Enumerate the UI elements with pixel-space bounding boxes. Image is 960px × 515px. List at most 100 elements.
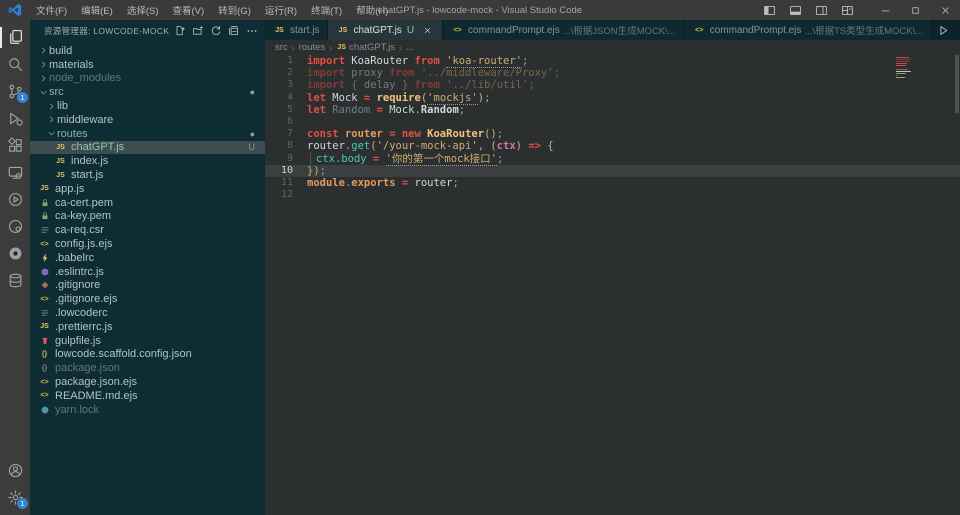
folder-nodemodules[interactable]: node_modules [30,72,265,86]
json-dim-file-icon: {} [41,364,48,372]
customize-layout-icon[interactable] [834,0,860,20]
minimap[interactable] [896,57,912,81]
file-.babelrc[interactable]: .babelrc [30,251,265,265]
toggle-secondary-sidebar-icon[interactable] [808,0,834,20]
code-line-11[interactable]: 11 module.exports = router; [265,177,960,189]
code-line-5[interactable]: 5 let Random = Mock.Random; [265,104,960,116]
tab-chatGPT.js-1[interactable]: JS chatGPT.js U [328,20,444,40]
close-icon[interactable] [420,23,434,37]
file-ca-req.csr[interactable]: ca-req.csr [30,223,265,237]
menu-item-7[interactable]: 帮助(H) [349,0,395,20]
file-yarn.lock[interactable]: yarn.lock [30,403,265,417]
menu-item-1[interactable]: 编辑(E) [74,0,120,20]
file-.eslintrc.js[interactable]: .eslintrc.js [30,265,265,279]
vscode-logo-icon [8,3,22,17]
menu-item-3[interactable]: 查看(V) [165,0,211,20]
file-package.json.ejs[interactable]: <> package.json.ejs [30,375,265,389]
code-text: const router = new KoaRouter(); [307,128,504,141]
file-app.js[interactable]: JS app.js [30,182,265,196]
run-icon[interactable] [932,20,954,40]
ejs-file-icon: <> [695,26,704,34]
code-line-6[interactable]: 6 [265,116,960,128]
collapse-all-icon[interactable] [225,22,243,40]
code-line-12[interactable]: 12 [265,189,960,201]
file-ca-key.pem[interactable]: ca-key.pem [30,210,265,224]
tab-label: commandPrompt.ejs [468,24,560,36]
maximize-button[interactable] [900,0,930,20]
breadcrumb-item-src[interactable]: src [275,42,288,53]
minimize-button[interactable] [870,0,900,20]
file-lowcode.scaffold.config.json[interactable]: {} lowcode.scaffold.config.json [30,348,265,362]
search-icon[interactable] [0,51,30,78]
code-line-8[interactable]: 8 router.get('/your-mock-api', (ctx) => { [265,140,960,152]
file-start.js[interactable]: JS start.js [30,168,265,182]
breadcrumb-item-routes[interactable]: routes [299,42,325,53]
extension-database-icon[interactable] [0,267,30,294]
code-line-4[interactable]: 4 let Mock = require('mockjs'); [265,91,960,105]
code-line-9[interactable]: 9 ctx.body = '你的第一个mock接口'; [265,152,960,166]
file-index.js[interactable]: JS index.js [30,154,265,168]
open-changes-icon[interactable] [954,20,960,40]
code-line-10[interactable]: 10}); [265,164,960,177]
settings-icon[interactable]: 1 [0,484,30,511]
babel-file-icon [38,253,51,263]
extensions-icon[interactable] [0,132,30,159]
account-icon[interactable] [0,457,30,484]
file-chatGPT.js[interactable]: JS chatGPT.js U [30,140,265,155]
menu-item-2[interactable]: 选择(S) [120,0,166,20]
extension-circle-gear-icon[interactable] [0,213,30,240]
folder-src[interactable]: src ● [30,85,265,99]
breadcrumb-item-...[interactable]: ... [406,42,414,53]
file-ca-cert.pem[interactable]: ca-cert.pem [30,196,265,210]
menu-item-6[interactable]: 终端(T) [304,0,349,20]
remote-explorer-icon[interactable] [0,159,30,186]
toggle-panel-icon[interactable] [782,0,808,20]
ejs-file-icon: <> [453,26,462,34]
tab-start.js-0[interactable]: JS start.js [265,20,329,40]
extension-target-icon[interactable] [0,240,30,267]
new-folder-icon[interactable] [189,22,207,40]
code-line-3[interactable]: 3 import { delay } from '../lib/util'; [265,79,960,91]
line-number: 2 [286,67,293,79]
breadcrumb-item-chatGPT.js[interactable]: JS chatGPT.js [336,42,395,53]
folder-lib[interactable]: lib [30,99,265,113]
tab-commandPrompt.ejs-3[interactable]: <> commandPrompt.ejs ...\根据TS类型生成MOCK\... [684,20,933,40]
tab-commandPrompt.ejs-2[interactable]: <> commandPrompt.ejs ...\根据JSON生成MOCK\... [443,20,685,40]
breadcrumb-label: ... [406,42,414,53]
code-text: module.exports = router; [307,176,459,189]
run-debug-icon[interactable] [0,105,30,132]
menu-item-0[interactable]: 文件(F) [29,0,74,20]
folder-middleware[interactable]: middleware [30,113,265,127]
line-number: 11 [280,176,293,188]
tree-item-label: yarn.lock [55,403,100,416]
folder-materials[interactable]: materials [30,58,265,72]
new-file-icon[interactable] [171,22,189,40]
file-tree: build materials node_modules src ● lib middlew… [30,42,265,515]
file-.prettierrc.js[interactable]: JS .prettierrc.js [30,320,265,334]
editor-scrollbar[interactable] [955,55,959,113]
code-editor[interactable]: 1 import KoaRouter from 'koa-router'; 2 imp… [265,55,960,515]
close-button[interactable] [930,0,960,20]
explorer-icon[interactable] [0,24,30,51]
source-control-icon[interactable]: 1 [0,78,30,105]
file-README.md.ejs[interactable]: <> README.md.ejs [30,389,265,403]
file-.gitignore[interactable]: .gitignore [30,279,265,293]
extension-circle-play-icon[interactable] [0,186,30,213]
code-line-1[interactable]: 1 import KoaRouter from 'koa-router'; [265,55,960,68]
file-.lowcoderc[interactable]: .lowcoderc [30,306,265,320]
ejs-file-icon: <> [40,240,49,248]
file-.gitignore.ejs[interactable]: <> .gitignore.ejs [30,292,265,306]
menu-item-4[interactable]: 转到(G) [211,0,258,20]
more-icon[interactable] [243,22,261,40]
file-config.js.ejs[interactable]: <> config.js.ejs [30,237,265,251]
file-package.json[interactable]: {} package.json [30,361,265,375]
toggle-sidebar-icon[interactable] [756,0,782,20]
refresh-icon[interactable] [207,22,225,40]
file-gulpfile.js[interactable]: gulpfile.js [30,334,265,348]
code-text: import KoaRouter from 'koa-router'; [307,55,529,68]
code-line-2[interactable]: 2 import proxy from '../middleware/Proxy'… [265,67,960,79]
folder-build[interactable]: build [30,44,265,58]
menu-item-5[interactable]: 运行(R) [258,0,304,20]
folder-routes[interactable]: routes ● [30,127,265,141]
code-line-7[interactable]: 7 const router = new KoaRouter(); [265,128,960,140]
